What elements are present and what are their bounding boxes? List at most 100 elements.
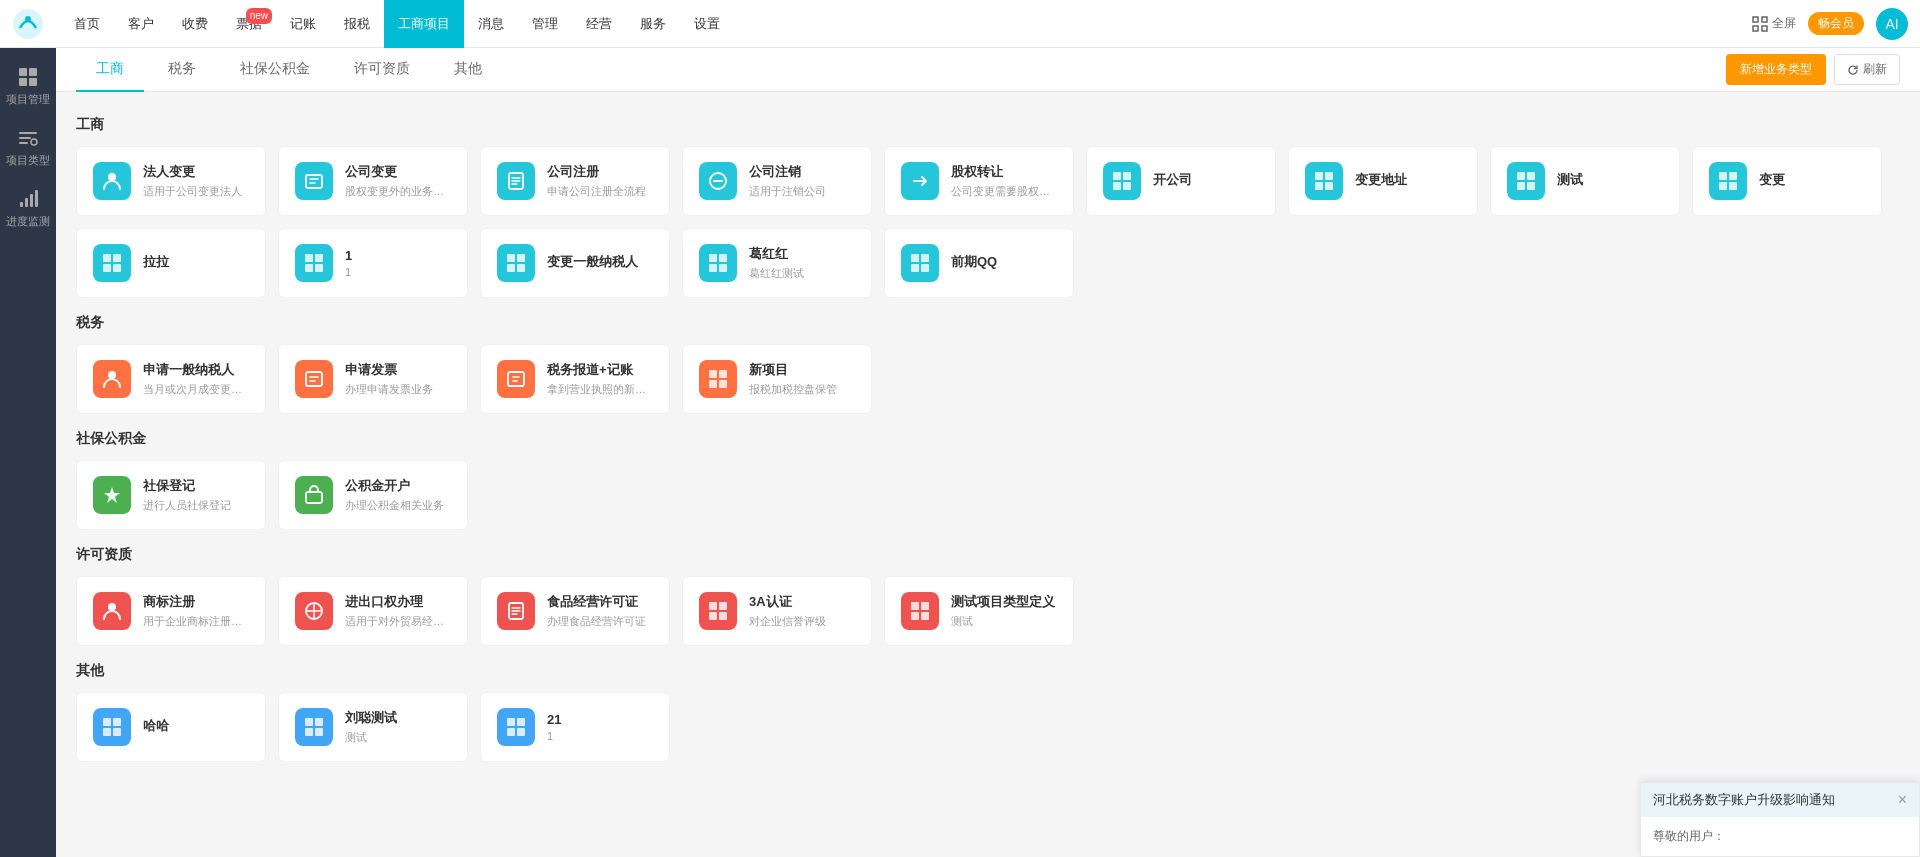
card-change-address[interactable]: 变更地址 — [1288, 146, 1478, 216]
card-biangeng[interactable]: 变更 — [1692, 146, 1882, 216]
card-icon — [497, 708, 535, 746]
card-title: 税务报道+记账 — [547, 361, 653, 379]
card-food-license[interactable]: 食品经营许可证 办理食品经营许可证 — [480, 576, 670, 646]
card-open-company[interactable]: 开公司 — [1086, 146, 1276, 216]
shebao-cards: 社保登记 进行人员社保登记 公积金开户 办理公积金相关业务 — [76, 460, 1900, 530]
sidebar-item-project-mgmt[interactable]: 项目管理 — [0, 56, 56, 117]
card-icon — [93, 360, 131, 398]
card-title: 申请一般纳税人 — [143, 361, 249, 379]
logo[interactable] — [12, 8, 44, 40]
card-test-type[interactable]: 测试项目类型定义 测试 — [884, 576, 1074, 646]
card-equity-transfer[interactable]: 股权转让 公司变更需要股权转让 — [884, 146, 1074, 216]
tab-gongshang[interactable]: 工商 — [76, 48, 144, 92]
svg-rect-27 — [1517, 172, 1525, 180]
card-apply-taxpayer[interactable]: 申请一般纳税人 当月或次月成变更完成 — [76, 344, 266, 414]
tab-qita[interactable]: 其他 — [434, 48, 502, 92]
card-desc: 股权变更外的业务变更 — [345, 184, 451, 199]
card-icon — [93, 592, 131, 630]
card-title: 3A认证 — [749, 593, 855, 611]
card-qianqi-qq[interactable]: 前期QQ — [884, 228, 1074, 298]
card-gjj-open[interactable]: 公积金开户 办理公积金相关业务 — [278, 460, 468, 530]
svg-rect-31 — [1719, 172, 1727, 180]
card-icon — [93, 476, 131, 514]
card-import-export[interactable]: 进出口权办理 适用于对外贸易经营者 — [278, 576, 468, 646]
svg-rect-51 — [911, 254, 919, 262]
tab-xuke[interactable]: 许可资质 — [334, 48, 430, 92]
card-title: 商标注册 — [143, 593, 249, 611]
card-lala[interactable]: 拉拉 — [76, 228, 266, 298]
svg-rect-30 — [1527, 182, 1535, 190]
card-desc: 适用于对外贸易经营者 — [345, 614, 451, 629]
card-title: 公积金开户 — [345, 477, 451, 495]
svg-rect-24 — [1325, 172, 1333, 180]
notif-close-button[interactable]: × — [1898, 791, 1907, 809]
card-company-change[interactable]: 公司变更 股权变更外的业务变更 — [278, 146, 468, 216]
sidebar-item-project-type[interactable]: 项目类型 — [0, 117, 56, 178]
card-shebao-register[interactable]: 社保登记 进行人员社保登记 — [76, 460, 266, 530]
card-icon — [93, 244, 131, 282]
svg-rect-79 — [315, 718, 323, 726]
card-tax-bookkeeping[interactable]: 税务报道+记账 拿到营业执照的新公司 — [480, 344, 670, 414]
card-gehonghong[interactable]: 葛红红 葛红红测试 — [682, 228, 872, 298]
card-icon — [1103, 162, 1141, 200]
gongshang-cards: 法人变更 适用于公司变更法人 公司变更 股权变更外的业务变更 公司注册 — [76, 146, 1900, 298]
nav-manage[interactable]: 管理 — [518, 0, 572, 48]
card-desc: 办理食品经营许可证 — [547, 614, 653, 629]
svg-rect-67 — [719, 602, 727, 610]
nav-bookkeeping[interactable]: 记账 — [276, 0, 330, 48]
svg-rect-82 — [507, 718, 515, 726]
fullscreen-btn[interactable]: 全屏 — [1752, 15, 1796, 32]
svg-point-0 — [13, 9, 43, 39]
nav-tax[interactable]: 报税 — [330, 0, 384, 48]
svg-rect-57 — [508, 372, 524, 386]
nav-client[interactable]: 客户 — [114, 0, 168, 48]
tab-shebao[interactable]: 社保公积金 — [220, 48, 330, 92]
svg-point-63 — [108, 603, 116, 611]
card-faren-biangeng[interactable]: 法人变更 适用于公司变更法人 — [76, 146, 266, 216]
card-company-cancel[interactable]: 公司注销 适用于注销公司 — [682, 146, 872, 216]
svg-rect-60 — [709, 380, 717, 388]
card-test[interactable]: 测试 — [1490, 146, 1680, 216]
card-haha[interactable]: 哈哈 — [76, 692, 266, 762]
card-1[interactable]: 1 1 — [278, 228, 468, 298]
svg-rect-32 — [1729, 172, 1737, 180]
card-company-register[interactable]: 公司注册 申请公司注册全流程 — [480, 146, 670, 216]
nav-home[interactable]: 首页 — [60, 0, 114, 48]
card-apply-invoice[interactable]: 申请发票 办理申请发票业务 — [278, 344, 468, 414]
nav-message[interactable]: 消息 — [464, 0, 518, 48]
card-change-taxpayer[interactable]: 变更一般纳税人 — [480, 228, 670, 298]
svg-rect-5 — [1762, 26, 1767, 31]
card-title: 测试 — [1557, 171, 1663, 189]
refresh-button[interactable]: 刷新 — [1834, 54, 1900, 85]
nav-business[interactable]: 经营 — [572, 0, 626, 48]
svg-rect-85 — [517, 728, 525, 736]
card-trademark[interactable]: 商标注册 用于企业商标注册服务 — [76, 576, 266, 646]
nav-gongshang[interactable]: 工商项目 — [384, 0, 464, 48]
svg-rect-71 — [921, 602, 929, 610]
sidebar-label-project-mgmt: 项目管理 — [6, 92, 50, 107]
avatar[interactable]: AI — [1876, 8, 1908, 40]
svg-point-55 — [108, 371, 116, 379]
card-title: 进出口权办理 — [345, 593, 451, 611]
tab-shuiwu[interactable]: 税务 — [148, 48, 216, 92]
sidebar-item-progress[interactable]: 进度监测 — [0, 178, 56, 239]
svg-rect-9 — [29, 78, 37, 86]
card-icon — [295, 244, 333, 282]
nav-settings[interactable]: 设置 — [680, 0, 734, 48]
card-liucong-test[interactable]: 刘聪测试 测试 — [278, 692, 468, 762]
notification-popup: 河北税务数字账户升级影响通知 × 尊敬的用户： — [1640, 782, 1920, 857]
svg-rect-33 — [1719, 182, 1727, 190]
card-desc: 测试 — [951, 614, 1057, 629]
card-title: 测试项目类型定义 — [951, 593, 1057, 611]
nav-service[interactable]: 服务 — [626, 0, 680, 48]
vip-button[interactable]: 畅会员 — [1808, 12, 1864, 35]
new-type-button[interactable]: 新增业务类型 — [1726, 54, 1826, 85]
card-3a-cert[interactable]: 3A认证 对企业信誉评级 — [682, 576, 872, 646]
card-21[interactable]: 21 1 — [480, 692, 670, 762]
svg-rect-3 — [1762, 17, 1767, 22]
nav-ticket[interactable]: 票据 new — [222, 0, 276, 48]
svg-rect-84 — [507, 728, 515, 736]
nav-fee[interactable]: 收费 — [168, 0, 222, 48]
card-new-project[interactable]: 新项目 报税加税控盘保管 — [682, 344, 872, 414]
card-icon — [93, 708, 131, 746]
